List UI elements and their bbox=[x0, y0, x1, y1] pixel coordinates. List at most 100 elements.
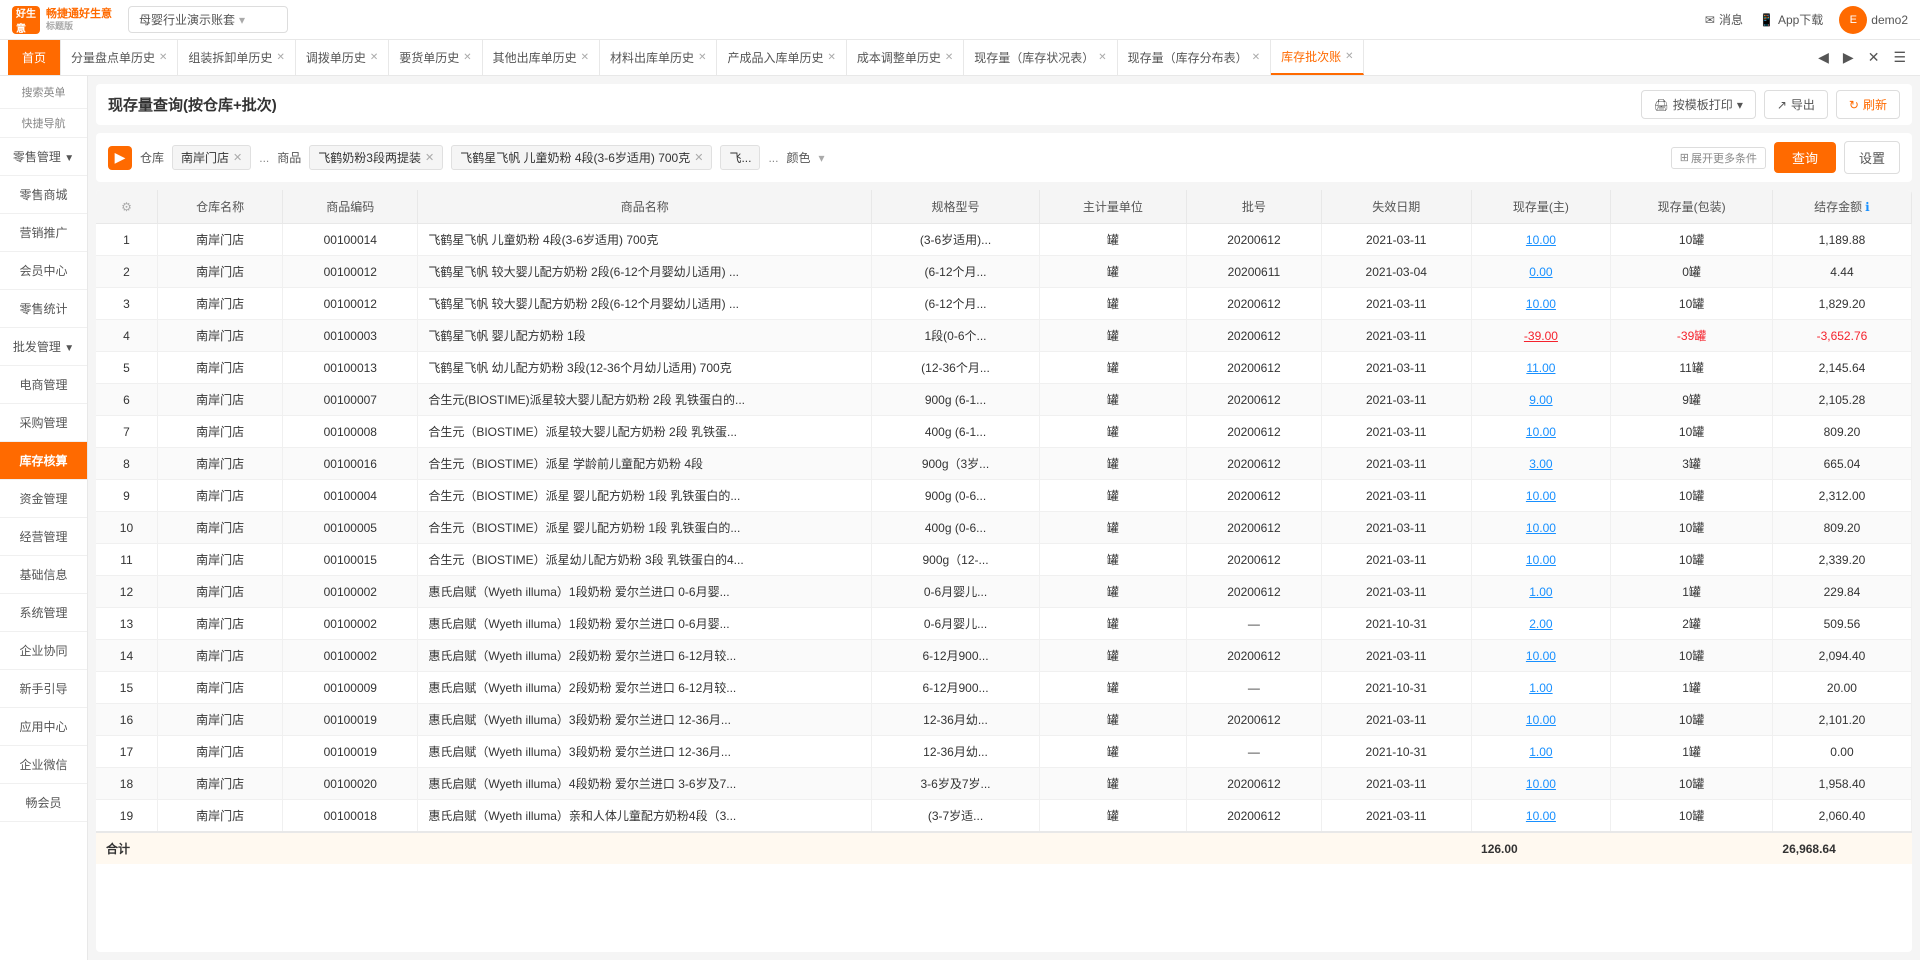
tab-disassemble[interactable]: 组装拆卸单历史 ✕ bbox=[178, 40, 295, 75]
export-button[interactable]: ↗ 导出 bbox=[1764, 90, 1828, 119]
sidebar-item-system-mgmt[interactable]: 系统管理 bbox=[0, 594, 87, 632]
tab-close-icon[interactable]: ✕ bbox=[1252, 52, 1260, 63]
nav-next-icon[interactable]: ▶ bbox=[1837, 47, 1860, 68]
cell-spec: 6-12月900... bbox=[872, 640, 1040, 672]
th-stock-main: 现存量(主) bbox=[1471, 190, 1611, 224]
nav-more-icon[interactable]: ☰ bbox=[1887, 47, 1912, 68]
sidebar-item-basic-info[interactable]: 基础信息 bbox=[0, 556, 87, 594]
industry-select[interactable]: 母婴行业演示账套 ▾ bbox=[128, 6, 288, 33]
tab-product-in[interactable]: 产成品入库单历史 ✕ bbox=[717, 40, 846, 75]
cell-stock-main[interactable]: 1.00 bbox=[1471, 736, 1611, 768]
th-settings[interactable]: ⚙ bbox=[96, 190, 157, 224]
tab-close-icon[interactable]: ✕ bbox=[945, 52, 953, 63]
expand-more-btn[interactable]: ⊞ 展开更多条件 bbox=[1671, 147, 1766, 169]
cell-stock-main[interactable]: -39.00 bbox=[1471, 320, 1611, 352]
sidebar-item-retail-mgmt[interactable]: 零售管理 ▼ bbox=[0, 138, 87, 176]
cell-stock-main[interactable]: 10.00 bbox=[1471, 544, 1611, 576]
cell-warehouse: 南岸门店 bbox=[157, 256, 282, 288]
nav-close-icon[interactable]: ✕ bbox=[1862, 47, 1886, 68]
cell-stock-main[interactable]: 10.00 bbox=[1471, 416, 1611, 448]
tab-material-out[interactable]: 材料出库单历史 ✕ bbox=[600, 40, 717, 75]
settings-button[interactable]: 设置 bbox=[1844, 141, 1900, 174]
cell-stock-main[interactable]: 0.00 bbox=[1471, 256, 1611, 288]
sidebar-item-enterprise-collab[interactable]: 企业协同 bbox=[0, 632, 87, 670]
color-chevron-icon[interactable]: ▾ bbox=[819, 151, 825, 165]
sidebar-item-search[interactable]: 搜索英单 bbox=[0, 76, 87, 109]
tab-mix[interactable]: 调拨单历史 ✕ bbox=[296, 40, 389, 75]
tab-stock-dist[interactable]: 现存量（库存分布表） ✕ bbox=[1118, 40, 1271, 75]
cell-stock-main[interactable]: 11.00 bbox=[1471, 352, 1611, 384]
product-filter-tag-1[interactable]: 飞鹤奶粉3段两提装 ✕ bbox=[309, 145, 443, 170]
product-filter-tag-2[interactable]: 飞鹤星飞帆 儿童奶粉 4段(3-6岁适用) 700克 ✕ bbox=[451, 145, 712, 170]
cell-batch: 20200612 bbox=[1186, 416, 1321, 448]
sidebar-item-app-center[interactable]: 应用中心 bbox=[0, 708, 87, 746]
warehouse-filter-tag[interactable]: 南岸门店 ✕ bbox=[172, 145, 251, 170]
tab-close-icon[interactable]: ✕ bbox=[276, 52, 284, 63]
cell-stock-main[interactable]: 1.00 bbox=[1471, 672, 1611, 704]
sidebar-item-quick-nav[interactable]: 快捷导航 bbox=[0, 109, 87, 138]
filter-toggle-btn[interactable]: ▶ bbox=[108, 146, 132, 170]
sidebar-item-member-center[interactable]: 会员中心 bbox=[0, 252, 87, 290]
cell-spec: 0-6月婴儿... bbox=[872, 608, 1040, 640]
tab-close-icon[interactable]: ✕ bbox=[1345, 51, 1353, 62]
cell-stock-main[interactable]: 9.00 bbox=[1471, 384, 1611, 416]
tab-close-icon[interactable]: ✕ bbox=[463, 52, 471, 63]
cell-stock-main[interactable]: 10.00 bbox=[1471, 768, 1611, 800]
cell-name: 惠氏启赋（Wyeth illuma）2段奶粉 爱尔兰进口 6-12月较... bbox=[418, 672, 872, 704]
print-button[interactable]: 🖨 按模板打印 ▾ bbox=[1641, 90, 1756, 119]
sidebar-item-finance-mgmt[interactable]: 资金管理 bbox=[0, 480, 87, 518]
filter-more-dots[interactable]: ... bbox=[259, 151, 269, 165]
query-button[interactable]: 查询 bbox=[1774, 142, 1836, 173]
product-filter-label: 商品 bbox=[277, 149, 301, 166]
cell-stock-main[interactable]: 2.00 bbox=[1471, 608, 1611, 640]
tab-close-icon[interactable]: ✕ bbox=[370, 52, 378, 63]
tab-close-icon[interactable]: ✕ bbox=[159, 52, 167, 63]
sidebar-item-purchase-mgmt[interactable]: 采购管理 bbox=[0, 404, 87, 442]
tab-close-icon[interactable]: ✕ bbox=[827, 52, 835, 63]
product-remove-icon[interactable]: ✕ bbox=[694, 151, 703, 164]
user-avatar-btn[interactable]: E demo2 bbox=[1839, 6, 1908, 34]
product-remove-icon[interactable]: ✕ bbox=[425, 151, 434, 164]
cell-stock-main[interactable]: 10.00 bbox=[1471, 480, 1611, 512]
sidebar-item-enterprise-wechat[interactable]: 企业微信 bbox=[0, 746, 87, 784]
sidebar-item-new-guide[interactable]: 新手引导 bbox=[0, 670, 87, 708]
sidebar-item-stock-check[interactable]: 库存核算 bbox=[0, 442, 87, 480]
cell-stock-main[interactable]: 10.00 bbox=[1471, 512, 1611, 544]
tab-other-out[interactable]: 其他出库单历史 ✕ bbox=[483, 40, 600, 75]
product-tag-label: 飞鹤星飞帆 儿童奶粉 4段(3-6岁适用) 700克 bbox=[460, 149, 690, 166]
cell-stock-main[interactable]: 10.00 bbox=[1471, 224, 1611, 256]
tab-close-icon[interactable]: ✕ bbox=[1098, 52, 1106, 63]
nav-prev-icon[interactable]: ◀ bbox=[1812, 47, 1835, 68]
cell-stock-main[interactable]: 10.00 bbox=[1471, 704, 1611, 736]
cell-stock-main[interactable]: 1.00 bbox=[1471, 576, 1611, 608]
sidebar-item-marketing[interactable]: 营销推广 bbox=[0, 214, 87, 252]
tab-label: 现存量（库存分布表） bbox=[1128, 49, 1248, 66]
cell-stock-main[interactable]: 3.00 bbox=[1471, 448, 1611, 480]
message-btn[interactable]: ✉ 消息 bbox=[1705, 11, 1743, 28]
tab-cost-adjust[interactable]: 成本调整单历史 ✕ bbox=[847, 40, 964, 75]
app-download-btn[interactable]: 📱 App下载 bbox=[1759, 11, 1823, 28]
refresh-button[interactable]: ↻ 刷新 bbox=[1836, 90, 1900, 119]
tab-require[interactable]: 要货单历史 ✕ bbox=[389, 40, 482, 75]
sidebar-item-retail-stats[interactable]: 零售统计 bbox=[0, 290, 87, 328]
product-filter-tag-3[interactable]: 飞... bbox=[720, 145, 760, 170]
sidebar-item-retail-store[interactable]: 零售商城 bbox=[0, 176, 87, 214]
cell-stock-main[interactable]: 10.00 bbox=[1471, 288, 1611, 320]
cell-expire: 2021-03-11 bbox=[1321, 704, 1471, 736]
tab-batch-voucher[interactable]: 库存批次账 ✕ bbox=[1271, 40, 1364, 75]
sidebar-item-member-benefits[interactable]: 畅会员 bbox=[0, 784, 87, 822]
cell-warehouse: 南岸门店 bbox=[157, 768, 282, 800]
cell-stock-main[interactable]: 10.00 bbox=[1471, 800, 1611, 833]
tab-close-icon[interactable]: ✕ bbox=[581, 52, 589, 63]
cell-stock-pkg: 10罐 bbox=[1611, 416, 1773, 448]
tab-close-icon[interactable]: ✕ bbox=[698, 52, 706, 63]
cell-stock-main[interactable]: 10.00 bbox=[1471, 640, 1611, 672]
product-more-dots[interactable]: ... bbox=[768, 151, 778, 165]
sidebar-item-ecommerce-mgmt[interactable]: 电商管理 bbox=[0, 366, 87, 404]
tab-split-count[interactable]: 分量盘点单历史 ✕ bbox=[61, 40, 178, 75]
warehouse-remove-icon[interactable]: ✕ bbox=[233, 151, 242, 164]
tab-stock-status[interactable]: 现存量（库存状况表） ✕ bbox=[964, 40, 1117, 75]
sidebar-item-business-mgmt[interactable]: 经营管理 bbox=[0, 518, 87, 556]
sidebar-item-wholesale-mgmt[interactable]: 批发管理 ▼ bbox=[0, 328, 87, 366]
tab-home[interactable]: 首页 bbox=[8, 40, 61, 75]
